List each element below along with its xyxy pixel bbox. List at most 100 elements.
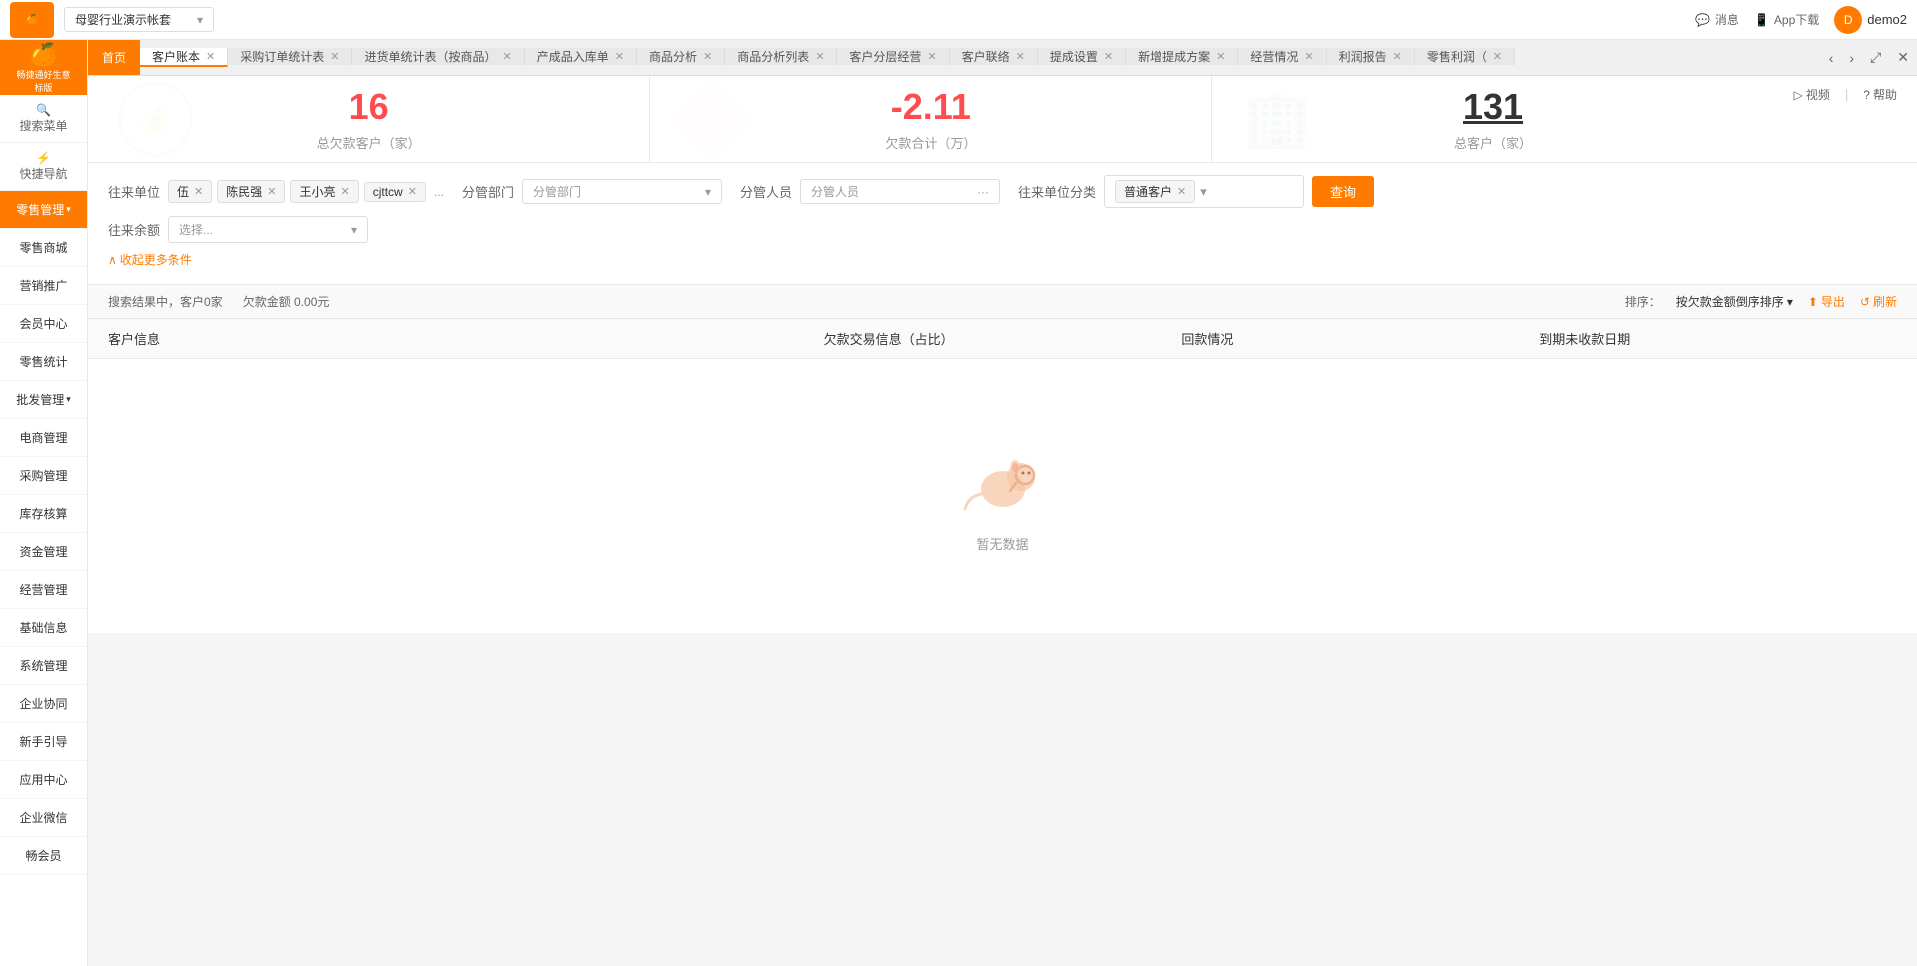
sidebar-item-ecommerce[interactable]: 电商管理: [0, 419, 87, 457]
tab-incoming-stats[interactable]: 进货单统计表（按商品） ✕: [352, 48, 524, 65]
app-name: 🍊: [10, 2, 54, 38]
tab-close-incoming-stats[interactable]: ✕: [503, 50, 512, 63]
data-table: 客户信息 欠款交易信息（占比） 回款情况 到期未收款日期: [88, 319, 1917, 633]
tab-label-purchase-order-stats: 采购订单统计表: [240, 48, 324, 65]
tab-business-status[interactable]: 经营情况✕: [1238, 48, 1326, 65]
balance-placeholder: 选择...: [179, 221, 213, 238]
sidebar-item-app-center[interactable]: 应用中心: [0, 761, 87, 799]
messages-btn[interactable]: 💬 消息: [1695, 11, 1739, 28]
arrow-icon-batch-mgmt: ▾: [66, 394, 71, 405]
tabs-close-all-btn[interactable]: ✕: [1889, 40, 1917, 75]
sidebar-item-enterprise-wechat[interactable]: 企业微信: [0, 799, 87, 837]
stat-total-customers-label: 总客户（家）: [1454, 133, 1532, 152]
tabs-expand-btn[interactable]: ⤢: [1862, 40, 1889, 75]
tab-close-customer-contact[interactable]: ✕: [1016, 50, 1025, 63]
collapse-btn[interactable]: ∧ 收起更多条件: [108, 251, 1897, 268]
sidebar-item-batch-mgmt[interactable]: 批发管理▾: [0, 381, 87, 419]
sidebar-item-basic-info[interactable]: 基础信息: [0, 609, 87, 647]
filter-tag-close-tag-3[interactable]: ✕: [341, 185, 350, 198]
sidebar-item-member-center[interactable]: 会员中心: [0, 305, 87, 343]
industry-selector[interactable]: 母婴行业演示帐套 ▾: [64, 7, 214, 32]
filter-tag-close-tag-1[interactable]: ✕: [194, 185, 203, 198]
sidebar-logo[interactable]: 🍊 畅捷通好生意 标版: [0, 40, 87, 95]
tabs-next-btn[interactable]: ›: [1841, 40, 1862, 75]
sidebar-item-retail-mgmt[interactable]: 零售管理▾: [0, 191, 87, 229]
export-btn[interactable]: ⬆ 导出: [1808, 293, 1845, 310]
sidebar-item-operations[interactable]: 经营管理: [0, 571, 87, 609]
sidebar-item-member-vip[interactable]: 畅会员: [0, 837, 87, 875]
video-label: 视频: [1806, 86, 1830, 103]
tab-close-product-analysis[interactable]: ✕: [703, 50, 712, 63]
tab-label-promotion-settings: 提成设置: [1050, 48, 1098, 65]
video-link[interactable]: ▷ 视频: [1794, 86, 1830, 103]
sidebar-item-marketing[interactable]: 营销推广: [0, 267, 87, 305]
classify-tag-close[interactable]: ✕: [1177, 185, 1186, 198]
sidebar-item-enterprise[interactable]: 企业协同: [0, 685, 87, 723]
tab-home-label: 首页: [102, 49, 126, 66]
sidebar-search[interactable]: 🔍 搜索菜单: [0, 95, 87, 143]
tab-close-product-analysis-list[interactable]: ✕: [815, 50, 824, 63]
app-logo[interactable]: 🍊: [10, 2, 54, 38]
tab-close-customer-segment[interactable]: ✕: [927, 50, 936, 63]
sidebar-item-retail-stats[interactable]: 零售统计: [0, 343, 87, 381]
help-link[interactable]: ? 帮助: [1863, 86, 1897, 103]
empty-illustration: [953, 439, 1053, 522]
filter-tags: 伍✕陈民强✕王小亮✕cjttcw✕: [168, 180, 426, 203]
sidebar-quick-nav[interactable]: ⚡ 快捷导航: [0, 143, 87, 191]
tab-customer-segment[interactable]: 客户分层经营✕: [837, 48, 949, 65]
staff-placeholder: 分管人员: [811, 183, 859, 200]
sidebar-item-purchase-mgmt[interactable]: 采购管理: [0, 457, 87, 495]
staff-select[interactable]: 分管人员 ···: [800, 179, 1000, 204]
tab-close-profit-report[interactable]: ✕: [1393, 50, 1402, 63]
tab-promotion-settings[interactable]: 提成设置 ✕: [1038, 48, 1126, 65]
sidebar-item-sys-mgmt[interactable]: 系统管理: [0, 647, 87, 685]
filter-tag-close-tag-4[interactable]: ✕: [408, 185, 417, 198]
sidebar-item-inventory[interactable]: 库存核算: [0, 495, 87, 533]
tab-product-inventory[interactable]: 产成品入库单✕: [525, 48, 637, 65]
tab-close-product-inventory[interactable]: ✕: [615, 50, 624, 63]
balance-select[interactable]: 选择... ▾: [168, 216, 368, 243]
tab-close-new-promotion[interactable]: ✕: [1216, 50, 1225, 63]
logo-text: 畅捷通好生意: [16, 68, 70, 81]
tab-product-analysis-list[interactable]: 商品分析列表 ✕: [725, 48, 837, 65]
sidebar-item-retail-mall[interactable]: 零售商城: [0, 229, 87, 267]
tab-label-customer-ledger: 客户账本: [152, 48, 200, 65]
tab-retail-profit[interactable]: 零售利润（✕: [1415, 48, 1515, 65]
staff-label: 分管人员: [740, 182, 792, 201]
tab-close-promotion-settings[interactable]: ✕: [1104, 50, 1113, 63]
sidebar-item-finance[interactable]: 资金管理: [0, 533, 87, 571]
tab-close-business-status[interactable]: ✕: [1304, 50, 1313, 63]
query-button[interactable]: 查询: [1312, 176, 1374, 207]
user-profile[interactable]: D demo2: [1834, 6, 1907, 34]
dept-select[interactable]: 分管部门 ▾: [522, 179, 722, 204]
tab-label-product-analysis-list: 商品分析列表: [737, 48, 809, 65]
tab-close-purchase-order-stats[interactable]: ✕: [330, 50, 339, 63]
tab-product-analysis[interactable]: 商品分析 ✕: [637, 48, 725, 65]
tab-label-new-promotion: 新增提成方案: [1138, 48, 1210, 65]
tab-label-product-analysis: 商品分析: [649, 48, 697, 65]
tab-customer-contact[interactable]: 客户联络✕: [950, 48, 1038, 65]
tabs-bar: 首页 客户账本✕采购订单统计表✕进货单统计表（按商品）✕产成品入库单✕商品分析✕…: [88, 40, 1917, 76]
sidebar-search-label: 搜索菜单: [8, 117, 79, 134]
tab-purchase-order-stats[interactable]: 采购订单统计表 ✕: [228, 48, 352, 65]
tab-customer-ledger[interactable]: 客户账本 ✕: [140, 48, 228, 67]
tab-label-incoming-stats: 进货单统计表（按商品）: [364, 48, 496, 65]
tab-close-customer-ledger[interactable]: ✕: [206, 50, 215, 63]
more-tags-btn[interactable]: ...: [434, 185, 444, 199]
sort-select[interactable]: 按欠款金额倒序排序 ▾: [1676, 293, 1793, 310]
help-icon: ?: [1863, 88, 1870, 102]
tab-home[interactable]: 首页: [88, 40, 140, 75]
filter-tag-close-tag-2[interactable]: ✕: [267, 185, 276, 198]
sidebar-item-new-guide[interactable]: 新手引导: [0, 723, 87, 761]
app-download-btn[interactable]: 📱 App下载: [1754, 11, 1819, 28]
dept-placeholder: 分管部门: [533, 183, 581, 200]
tab-close-retail-profit[interactable]: ✕: [1493, 50, 1502, 63]
tab-new-promotion[interactable]: 新增提成方案 ✕: [1126, 48, 1238, 65]
tabs-prev-btn[interactable]: ‹: [1821, 40, 1842, 75]
refresh-btn[interactable]: ↺ 刷新: [1860, 293, 1897, 310]
message-icon: 💬: [1695, 13, 1710, 27]
filter-tag-tag-4: cjttcw✕: [364, 182, 426, 202]
classify-select[interactable]: 普通客户 ✕ ▾: [1104, 175, 1304, 208]
coin-icon: 💰: [137, 102, 174, 137]
tab-profit-report[interactable]: 利润报告✕: [1327, 48, 1415, 65]
